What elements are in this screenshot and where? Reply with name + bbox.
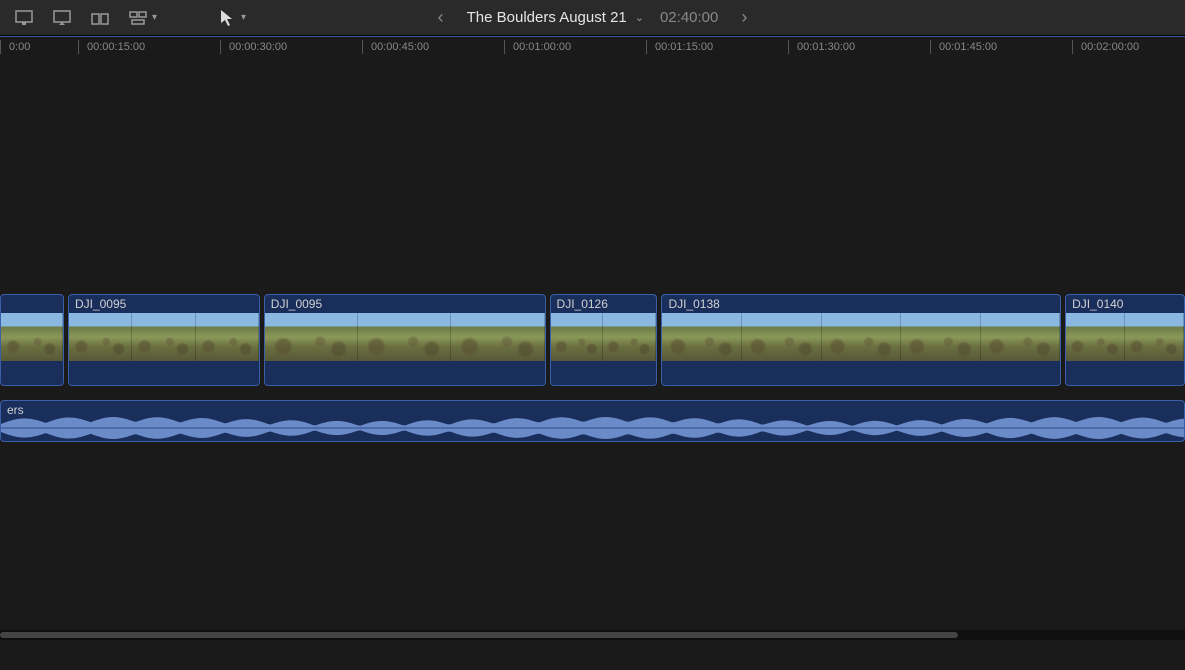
thumbnail — [742, 313, 822, 361]
duration-timecode: 02:40:00 — [660, 9, 718, 26]
clip-thumbnails — [265, 313, 545, 361]
thumbnail — [662, 313, 742, 361]
video-track: DJI_0095 DJI_0095 DJI_0126 DJI_0138 DJI_0140 — [0, 294, 1185, 386]
audio-track[interactable]: ers — [0, 400, 1185, 442]
ruler-label: 00:02:00:00 — [1081, 41, 1139, 53]
clip-thumbnails — [1066, 313, 1184, 361]
project-title: The Boulders August 21 — [467, 9, 627, 26]
ruler-label: 00:01:30:00 — [797, 41, 855, 53]
thumbnail — [69, 313, 132, 361]
clip-footer — [551, 361, 657, 385]
thumbnail — [1066, 313, 1125, 361]
video-clip[interactable]: DJI_0095 — [264, 294, 546, 386]
clip-footer — [1066, 361, 1184, 385]
index-button[interactable] — [12, 8, 36, 28]
clip-label: DJI_0095 — [265, 295, 545, 313]
video-clip[interactable]: DJI_0126 — [550, 294, 658, 386]
ruler-label: 0:00 — [9, 41, 30, 53]
video-clip[interactable]: DJI_0138 — [661, 294, 1061, 386]
ruler-label: 00:00:30:00 — [229, 41, 287, 53]
clip-thumbnails — [662, 313, 1060, 361]
thumbnail — [551, 313, 604, 361]
select-tool-dropdown[interactable]: ▾ — [215, 8, 246, 28]
clip-label: DJI_0126 — [551, 295, 657, 313]
chevron-down-icon: ▾ — [241, 12, 246, 23]
clip-label: DJI_0095 — [69, 295, 259, 313]
insert-button[interactable] — [88, 8, 112, 28]
audio-waveform — [1, 417, 1184, 439]
clip-footer — [69, 361, 259, 385]
prev-arrow[interactable]: ‹ — [431, 7, 451, 28]
thumbnail — [451, 313, 544, 361]
clip-footer — [1, 361, 63, 385]
chevron-down-icon: ▾ — [152, 12, 157, 23]
clip-label: DJI_0138 — [662, 295, 1060, 313]
thumbnail — [265, 313, 358, 361]
timeline-body[interactable]: DJI_0095 DJI_0095 DJI_0126 DJI_0138 DJI_0140… — [0, 54, 1185, 666]
video-clip[interactable]: DJI_0140 — [1065, 294, 1185, 386]
ruler-label: 00:00:15:00 — [87, 41, 145, 53]
audio-clip-label: ers — [1, 401, 1184, 417]
ruler-label: 00:01:45:00 — [939, 41, 997, 53]
thumbnail — [196, 313, 259, 361]
next-arrow[interactable]: › — [734, 7, 754, 28]
thumbnail — [822, 313, 902, 361]
tool-group-left: ▾ ▾ — [12, 8, 246, 28]
video-clip[interactable]: DJI_0095 — [68, 294, 260, 386]
thumbnail — [132, 313, 195, 361]
thumbnail — [981, 313, 1061, 361]
select-tool-button[interactable] — [215, 8, 239, 28]
clip-thumbnails — [69, 313, 259, 361]
ruler-label: 00:00:45:00 — [371, 41, 429, 53]
title-area: ‹ The Boulders August 21 ⌄ 02:40:00 › — [431, 7, 755, 28]
thumbnail — [1125, 313, 1184, 361]
scrollbar-thumb[interactable] — [0, 632, 958, 638]
thumbnail — [1, 313, 63, 361]
thumbnail — [901, 313, 981, 361]
chevron-down-icon: ⌄ — [635, 11, 644, 24]
clip-label — [1, 295, 63, 313]
clip-footer — [265, 361, 545, 385]
thumbnail — [358, 313, 451, 361]
clip-thumbnails — [1, 313, 63, 361]
horizontal-scrollbar[interactable] — [0, 630, 1185, 640]
ruler-label: 00:01:00:00 — [513, 41, 571, 53]
clip-footer — [662, 361, 1060, 385]
clip-thumbnails — [551, 313, 657, 361]
connect-dropdown[interactable]: ▾ — [126, 8, 157, 28]
project-title-dropdown[interactable]: The Boulders August 21 ⌄ — [467, 9, 644, 26]
toolbar: ▾ ▾ ‹ The Boulders August 21 ⌄ 02:40:00 … — [0, 0, 1185, 36]
clip-label: DJI_0140 — [1066, 295, 1184, 313]
append-button[interactable] — [50, 8, 74, 28]
thumbnail — [603, 313, 656, 361]
connect-button[interactable] — [126, 8, 150, 28]
ruler-label: 00:01:15:00 — [655, 41, 713, 53]
video-clip[interactable] — [0, 294, 64, 386]
